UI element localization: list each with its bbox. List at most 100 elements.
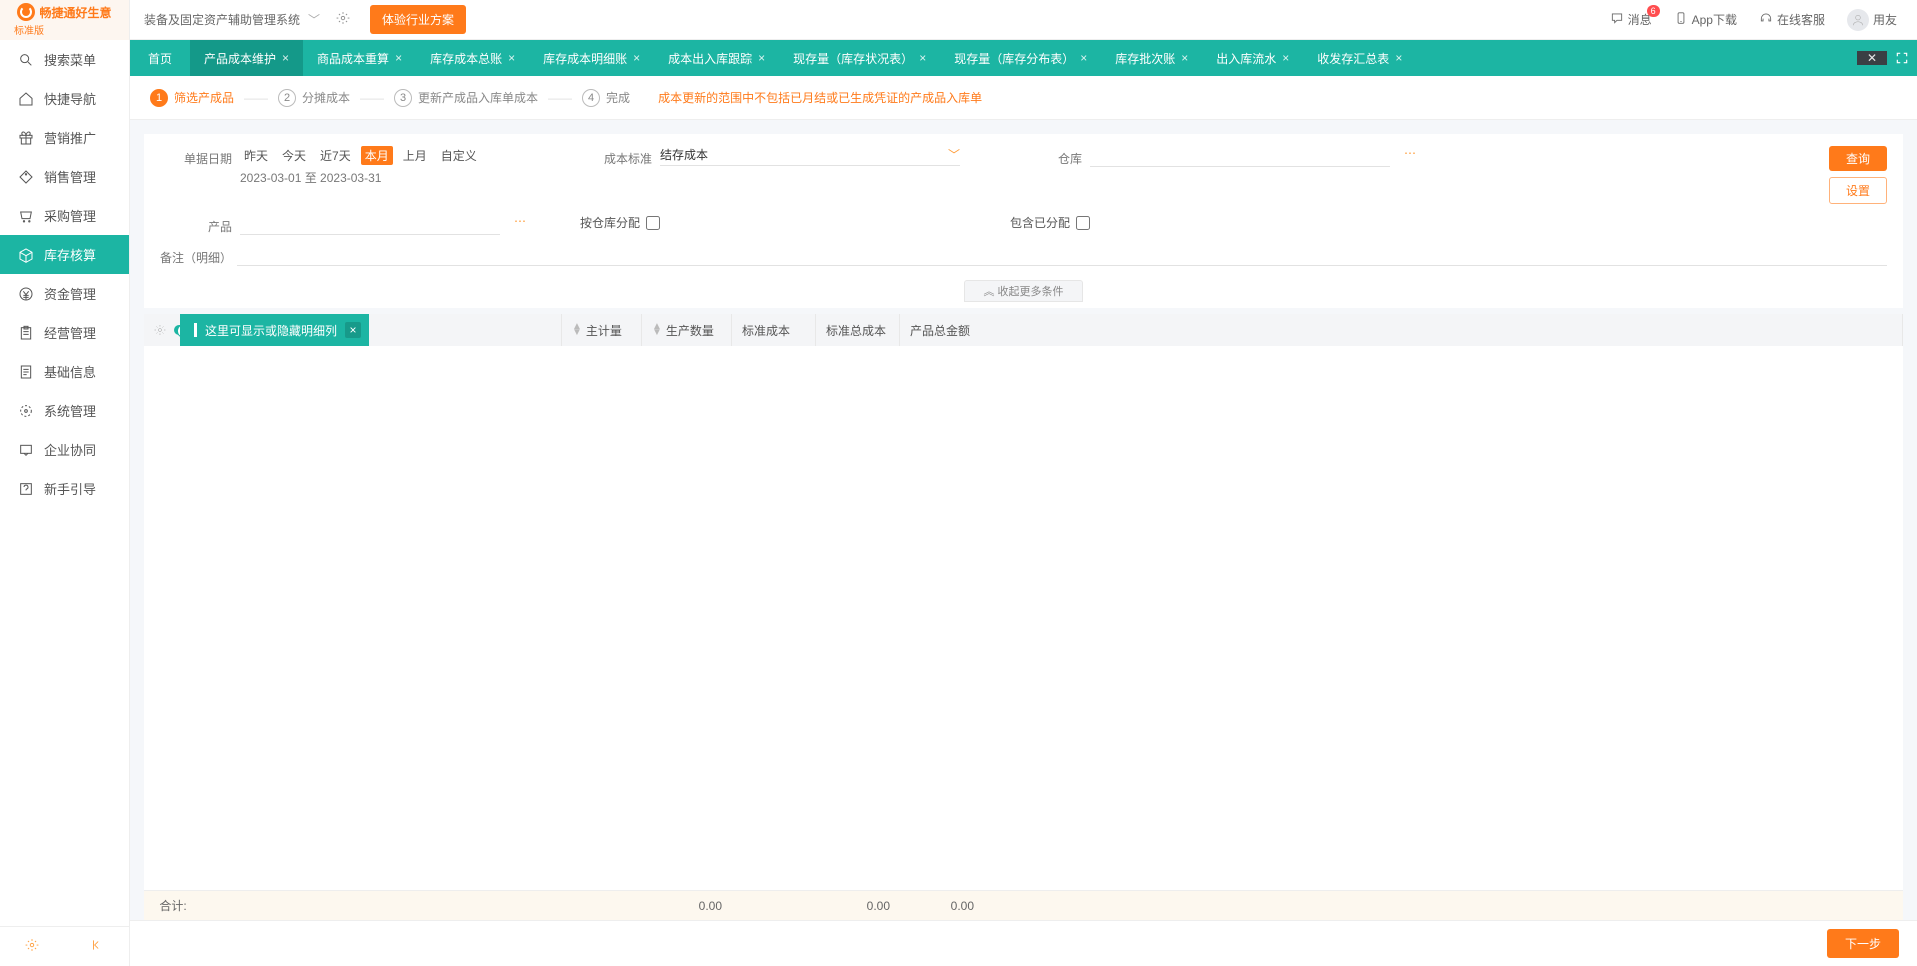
col-prod-qty[interactable]: ▲▼生产数量 <box>642 314 732 346</box>
brand-name: 畅捷通好生意 <box>39 4 111 21</box>
close-icon[interactable]: × <box>282 51 289 65</box>
main: 装备及固定资产辅助管理系统 ﹀ 体验行业方案 消息 6 App下载 在线客服 用 <box>130 0 1917 966</box>
money-icon <box>18 286 34 302</box>
nav-marketing[interactable]: 营销推广 <box>0 118 129 157</box>
date-this-month[interactable]: 本月 <box>361 146 393 165</box>
nav-inventory[interactable]: 库存核算 <box>0 235 129 274</box>
product-more-icon[interactable]: ⋯ <box>514 214 526 228</box>
app-download-button[interactable]: App下载 <box>1668 11 1743 28</box>
col-prod-total[interactable]: 产品总金额 <box>900 314 1903 346</box>
warehouse-more-icon[interactable]: ⋯ <box>1404 146 1416 160</box>
close-icon[interactable]: × <box>1080 51 1087 65</box>
date-range: 2023-03-01 至 2023-03-31 <box>240 169 481 186</box>
tab-cost-recalc[interactable]: 商品成本重算× <box>303 40 416 76</box>
trial-button[interactable]: 体验行业方案 <box>370 5 466 34</box>
step-1: 1筛选产成品 <box>150 89 234 107</box>
nav-finance[interactable]: 资金管理 <box>0 274 129 313</box>
close-icon[interactable]: × <box>1282 51 1289 65</box>
nav-collab[interactable]: 企业协同 <box>0 430 129 469</box>
sidebar-footer <box>0 926 129 966</box>
support-button[interactable]: 在线客服 <box>1753 11 1831 28</box>
next-button[interactable]: 下一步 <box>1827 929 1899 958</box>
include-allocated-checkbox[interactable]: 包含已分配 <box>1010 214 1090 231</box>
nav-basicinfo[interactable]: 基础信息 <box>0 352 129 391</box>
nav-business[interactable]: 经营管理 <box>0 313 129 352</box>
date-last-month[interactable]: 上月 <box>399 146 431 165</box>
remark-label: 备注（明细） <box>160 245 229 266</box>
tab-inout-flow[interactable]: 出入库流水× <box>1202 40 1303 76</box>
top-header: 装备及固定资产辅助管理系统 ﹀ 体验行业方案 消息 6 App下载 在线客服 用 <box>130 0 1917 40</box>
query-button[interactable]: 查询 <box>1829 146 1887 171</box>
headset-icon <box>1759 11 1773 28</box>
phone-icon <box>1674 11 1688 28</box>
nav-guide[interactable]: 新手引导 <box>0 469 129 508</box>
brand-logo: 畅捷通好生意 标准版 <box>0 0 129 40</box>
nav-system[interactable]: 系统管理 <box>0 391 129 430</box>
col-main-qty[interactable]: ▲▼主计量 <box>562 314 642 346</box>
warehouse-label: 仓库 <box>1010 146 1082 167</box>
close-hint-button[interactable]: × <box>345 322 361 338</box>
totals-label: 合计: <box>144 897 202 914</box>
avatar-icon <box>1847 9 1869 31</box>
tab-rsd-summary[interactable]: 收发存汇总表× <box>1303 40 1416 76</box>
user-menu[interactable]: 用友 <box>1841 9 1903 31</box>
chat-box-icon <box>18 442 34 458</box>
collapse-filters-button[interactable]: ︽ 收起更多条件 <box>160 276 1887 308</box>
tab-stock-status[interactable]: 现存量（库存状况表）× <box>779 40 940 76</box>
close-icon[interactable]: × <box>395 51 402 65</box>
system-selector[interactable]: 装备及固定资产辅助管理系统 ﹀ <box>144 11 320 28</box>
tab-cost-inout[interactable]: 成本出入库跟踪× <box>654 40 779 76</box>
sort-icon: ▲▼ <box>652 324 662 336</box>
nav-purchase[interactable]: 采购管理 <box>0 196 129 235</box>
result-table: 这里可显示或隐藏明细列 × ▲▼主计量 ▲▼生产数量 标准成本 标准总成本 产品… <box>144 314 1903 920</box>
date-last7[interactable]: 近7天 <box>316 146 355 165</box>
step-2: 2分摊成本 <box>278 89 350 107</box>
gear-icon[interactable] <box>330 11 356 28</box>
gift-icon <box>18 130 34 146</box>
sidebar: 畅捷通好生意 标准版 搜索菜单 快捷导航 营销推广 销售管理 采购管理 库存核算… <box>0 0 130 966</box>
settings-button[interactable]: 设置 <box>1829 177 1887 204</box>
product-input[interactable] <box>240 214 500 235</box>
warehouse-input[interactable] <box>1090 146 1390 167</box>
nav-quicknav[interactable]: 快捷导航 <box>0 79 129 118</box>
close-icon[interactable]: × <box>633 51 640 65</box>
remark-input[interactable] <box>237 245 1887 266</box>
collapse-sidebar-icon[interactable] <box>90 938 104 955</box>
tab-home[interactable]: 首页 <box>130 40 190 76</box>
nav-sales[interactable]: 销售管理 <box>0 157 129 196</box>
close-icon[interactable]: × <box>1181 51 1188 65</box>
nav-search[interactable]: 搜索菜单 <box>0 40 129 79</box>
settings-icon[interactable] <box>25 938 39 955</box>
tag-icon <box>18 169 34 185</box>
nav: 搜索菜单 快捷导航 营销推广 销售管理 采购管理 库存核算 资金管理 经营管理 … <box>0 40 129 926</box>
date-yesterday[interactable]: 昨天 <box>240 146 272 165</box>
by-warehouse-checkbox[interactable]: 按仓库分配 <box>580 214 660 231</box>
total-prod-qty: 0.00 <box>642 899 732 913</box>
fullscreen-button[interactable] <box>1887 51 1917 65</box>
date-today[interactable]: 今天 <box>278 146 310 165</box>
tab-stock-dist[interactable]: 现存量（库存分布表）× <box>940 40 1101 76</box>
table-body <box>144 346 1903 890</box>
messages-button[interactable]: 消息 6 <box>1604 11 1658 28</box>
totals-row: 合计: 0.00 0.00 0.00 <box>144 890 1903 920</box>
tab-cost-ledger[interactable]: 库存成本总账× <box>416 40 529 76</box>
col-std-cost[interactable]: 标准成本 <box>732 314 816 346</box>
close-icon[interactable]: × <box>1395 51 1402 65</box>
home-icon <box>18 91 34 107</box>
close-all-tabs-button[interactable]: ✕ <box>1857 51 1887 65</box>
tab-batch-ledger[interactable]: 库存批次账× <box>1101 40 1202 76</box>
cart-icon <box>18 208 34 224</box>
close-icon[interactable]: × <box>758 51 765 65</box>
tab-cost-detail[interactable]: 库存成本明细账× <box>529 40 654 76</box>
help-icon <box>18 481 34 497</box>
close-icon[interactable]: × <box>919 51 926 65</box>
steps-bar: 1筛选产成品 —— 2分摊成本 —— 3更新产成品入库单成本 —— 4完成 成本… <box>130 76 1917 120</box>
chevron-down-icon: ﹀ <box>948 146 960 163</box>
col-std-total[interactable]: 标准总成本 <box>816 314 900 346</box>
tab-product-cost[interactable]: 产品成本维护× <box>190 40 303 76</box>
clipboard-icon <box>18 325 34 341</box>
cost-standard-select[interactable]: 结存成本 ﹀ <box>660 146 960 166</box>
date-custom[interactable]: 自定义 <box>437 146 481 165</box>
total-prod-total: 0.00 <box>900 899 984 913</box>
close-icon[interactable]: × <box>508 51 515 65</box>
